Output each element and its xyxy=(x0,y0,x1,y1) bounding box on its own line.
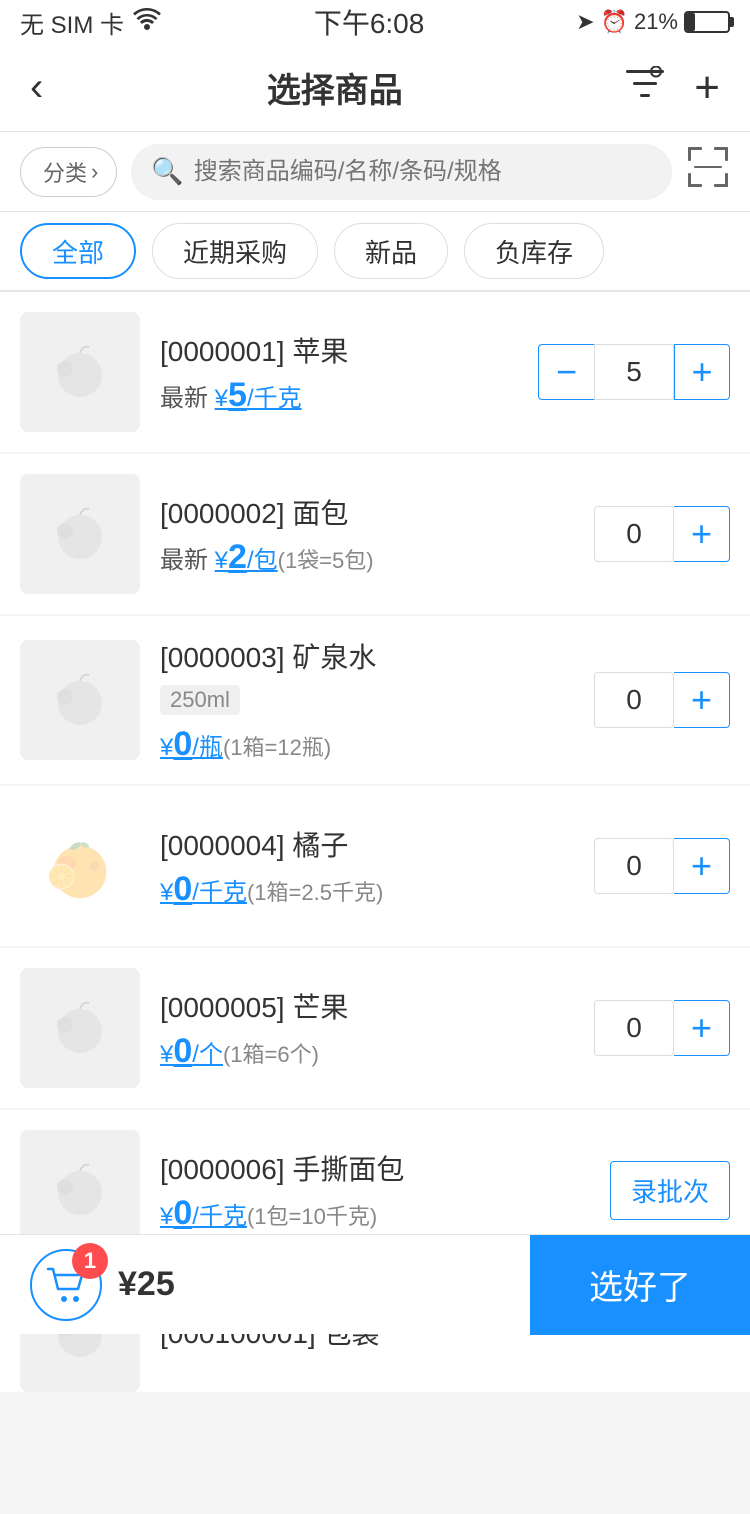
scan-icon[interactable] xyxy=(686,145,730,198)
product-name: [0000006] 手撕面包 xyxy=(160,1148,590,1188)
cart-icon-button[interactable]: 1 xyxy=(30,1249,102,1321)
status-bar: 无 SIM 卡 下午6:08 ➤ ⏰ 21% xyxy=(0,0,750,44)
tab-negative[interactable]: 负库存 xyxy=(464,223,604,279)
battery-percent: 21% xyxy=(634,9,678,35)
product-image xyxy=(20,312,140,432)
tab-row: 全部 近期采购 新品 负库存 xyxy=(0,212,750,292)
category-label: 分类 xyxy=(43,156,87,188)
nav-left: ‹ xyxy=(30,65,43,110)
location-icon: ➤ xyxy=(576,9,594,35)
product-image xyxy=(20,806,140,926)
alarm-icon: ⏰ xyxy=(601,9,628,35)
product-info: [0000001] 苹果 最新 ¥5/千克 xyxy=(160,330,518,415)
nav-bar: ‹ 选择商品 + xyxy=(0,44,750,132)
product-price: 最新 ¥5/千克 xyxy=(160,376,518,415)
qty-control: + xyxy=(594,838,730,894)
product-price: ¥0/千克(1包=10千克) xyxy=(160,1194,590,1233)
filter-icon[interactable] xyxy=(626,66,664,109)
time-display: 下午6:08 xyxy=(314,2,425,42)
qty-input[interactable] xyxy=(594,506,674,562)
tab-all[interactable]: 全部 xyxy=(20,223,136,279)
battery-icon xyxy=(684,11,730,33)
qty-plus-button[interactable]: + xyxy=(674,344,730,400)
product-name: [0000003] 矿泉水 xyxy=(160,636,574,676)
status-right: ➤ ⏰ 21% xyxy=(576,9,730,35)
search-input[interactable] xyxy=(194,158,652,186)
product-name: [0000004] 橘子 xyxy=(160,824,574,864)
status-left: 无 SIM 卡 xyxy=(20,5,162,40)
wifi-icon xyxy=(132,8,162,37)
product-price: 最新 ¥2/包(1袋=5包) xyxy=(160,538,574,577)
product-image xyxy=(20,474,140,594)
qty-input[interactable] xyxy=(594,1000,674,1056)
product-info: [0000004] 橘子 ¥0/千克(1箱=2.5千克) xyxy=(160,824,574,909)
product-item: [0000004] 橘子 ¥0/千克(1箱=2.5千克) + xyxy=(0,786,750,946)
qty-plus-button[interactable]: + xyxy=(674,838,730,894)
nav-right: + xyxy=(626,63,720,113)
qty-plus-button[interactable]: + xyxy=(674,1000,730,1056)
product-name: [0000001] 苹果 xyxy=(160,330,518,370)
back-button[interactable]: ‹ xyxy=(30,65,43,110)
carrier-text: 无 SIM 卡 xyxy=(20,5,124,40)
category-button[interactable]: 分类 › xyxy=(20,147,117,197)
product-item: [0000001] 苹果 最新 ¥5/千克 − + xyxy=(0,292,750,452)
product-price: ¥0/个(1箱=6个) xyxy=(160,1032,574,1071)
qty-input[interactable] xyxy=(594,344,674,400)
qty-input[interactable] xyxy=(594,838,674,894)
qty-plus-button[interactable]: + xyxy=(674,672,730,728)
qty-control: + xyxy=(594,1000,730,1056)
product-spec: 250ml xyxy=(160,685,240,715)
product-info: [0000003] 矿泉水 250ml ¥0/瓶(1箱=12瓶) xyxy=(160,636,574,764)
qty-control: + xyxy=(594,506,730,562)
product-image xyxy=(20,1130,140,1250)
qty-minus-button[interactable]: − xyxy=(538,344,594,400)
cart-total: ¥25 xyxy=(118,1265,175,1304)
tab-recent[interactable]: 近期采购 xyxy=(152,223,318,279)
product-info: [0000005] 芒果 ¥0/个(1箱=6个) xyxy=(160,986,574,1071)
product-name: [0000005] 芒果 xyxy=(160,986,574,1026)
product-item: [0000003] 矿泉水 250ml ¥0/瓶(1箱=12瓶) + xyxy=(0,616,750,784)
search-icon: 🔍 xyxy=(151,156,183,187)
qty-control: − + xyxy=(538,344,730,400)
product-image xyxy=(20,640,140,760)
cart-badge: 1 xyxy=(72,1243,108,1279)
search-row: 分类 › 🔍 xyxy=(0,132,750,212)
product-price: ¥0/瓶(1箱=12瓶) xyxy=(160,725,574,764)
product-image xyxy=(20,968,140,1088)
qty-input[interactable] xyxy=(594,672,674,728)
qty-plus-button[interactable]: + xyxy=(674,506,730,562)
confirm-button[interactable]: 选好了 xyxy=(530,1235,750,1335)
add-button[interactable]: + xyxy=(694,63,720,113)
product-info: [0000006] 手撕面包 ¥0/千克(1包=10千克) xyxy=(160,1148,590,1233)
product-item: [0000002] 面包 最新 ¥2/包(1袋=5包) + xyxy=(0,454,750,614)
bottom-bar: 1 ¥25 选好了 xyxy=(0,1234,750,1334)
qty-control: 录批次 xyxy=(610,1161,730,1220)
cart-section: 1 ¥25 xyxy=(0,1249,530,1321)
product-name: [0000002] 面包 xyxy=(160,492,574,532)
search-input-wrap: 🔍 xyxy=(131,144,672,200)
qty-control: + xyxy=(594,672,730,728)
page-title: 选择商品 xyxy=(267,63,403,112)
batch-button[interactable]: 录批次 xyxy=(610,1161,730,1220)
category-arrow: › xyxy=(91,159,98,185)
product-price: ¥0/千克(1箱=2.5千克) xyxy=(160,870,574,909)
product-info: [0000002] 面包 最新 ¥2/包(1袋=5包) xyxy=(160,492,574,577)
tab-new[interactable]: 新品 xyxy=(334,223,448,279)
product-item: [0000005] 芒果 ¥0/个(1箱=6个) + xyxy=(0,948,750,1108)
